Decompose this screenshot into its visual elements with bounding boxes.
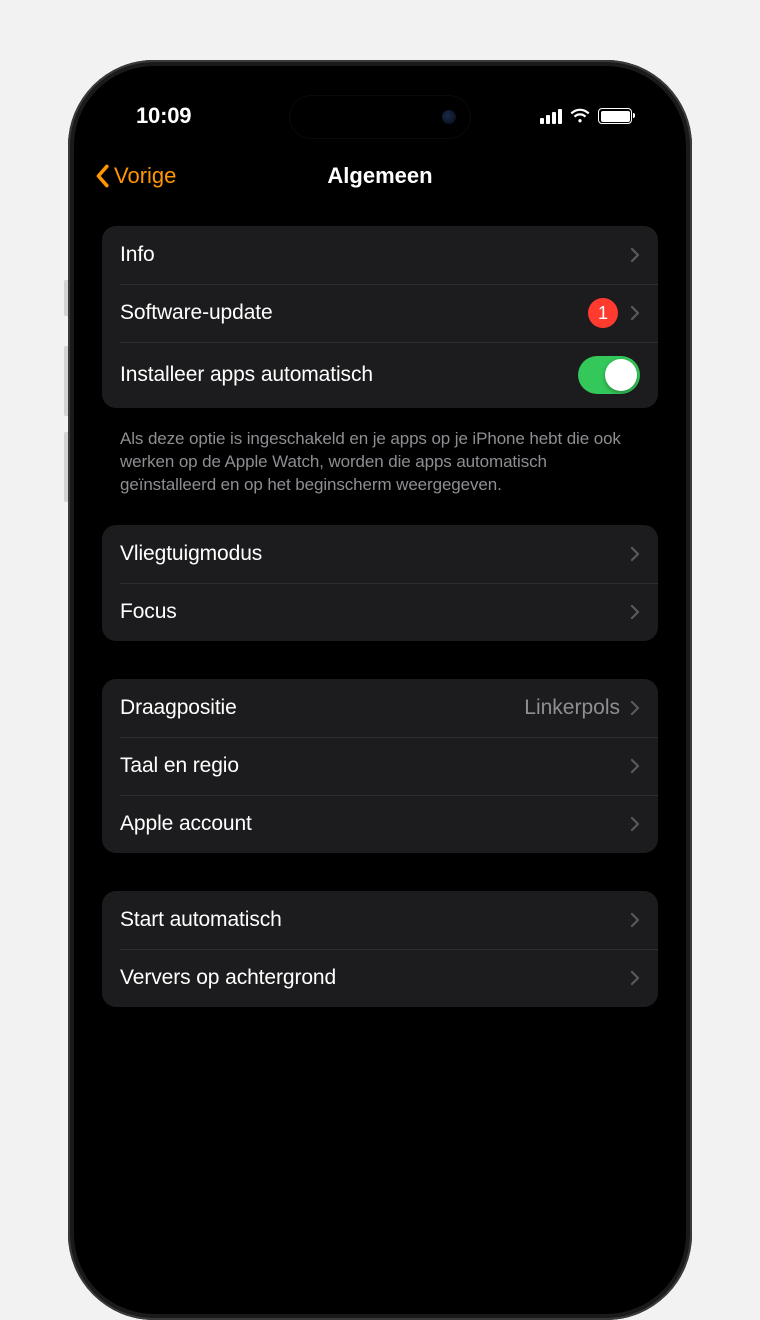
row-focus[interactable]: Focus (102, 583, 658, 641)
toggle-knob (605, 359, 637, 391)
back-button[interactable]: Vorige (94, 163, 176, 189)
row-label: Taal en regio (120, 754, 630, 778)
screen: 10:09 Vorige Algemeen Info (84, 76, 676, 1304)
row-airplane-mode[interactable]: Vliegtuigmodus (102, 525, 658, 583)
row-label: Apple account (120, 812, 630, 836)
row-auto-start[interactable]: Start automatisch (102, 891, 658, 949)
chevron-right-icon (630, 604, 640, 620)
settings-content[interactable]: Info Software-update 1 Installeer apps a… (84, 226, 676, 1304)
row-label: Info (120, 243, 630, 267)
row-info[interactable]: Info (102, 226, 658, 284)
row-language-region[interactable]: Taal en regio (102, 737, 658, 795)
chevron-right-icon (630, 546, 640, 562)
cellular-icon (540, 108, 562, 124)
row-wrist-position[interactable]: Draagpositie Linkerpols (102, 679, 658, 737)
row-label: Focus (120, 600, 630, 624)
row-background-refresh[interactable]: Ververs op achtergrond (102, 949, 658, 1007)
row-label: Draagpositie (120, 696, 524, 720)
chevron-right-icon (630, 970, 640, 986)
toggle-install-auto[interactable] (578, 356, 640, 394)
row-label: Installeer apps automatisch (120, 363, 578, 387)
back-label: Vorige (114, 163, 176, 189)
dynamic-island (290, 96, 470, 138)
row-label: Software-update (120, 301, 588, 325)
chevron-left-icon (94, 164, 110, 188)
chevron-right-icon (630, 912, 640, 928)
row-apple-account[interactable]: Apple account (102, 795, 658, 853)
navigation-bar: Vorige Algemeen (84, 154, 676, 198)
status-time: 10:09 (124, 103, 191, 129)
row-install-auto: Installeer apps automatisch (102, 342, 658, 408)
chevron-right-icon (630, 247, 640, 263)
row-software-update[interactable]: Software-update 1 (102, 284, 658, 342)
group-footer: Als deze optie is ingeschakeld en je app… (102, 418, 658, 525)
row-label: Vliegtuigmodus (120, 542, 630, 566)
battery-icon (598, 108, 632, 124)
chevron-right-icon (630, 305, 640, 321)
row-label: Start automatisch (120, 908, 630, 932)
row-value: Linkerpols (524, 696, 620, 720)
row-label: Ververs op achtergrond (120, 966, 630, 990)
phone-frame: 10:09 Vorige Algemeen Info (68, 60, 692, 1320)
settings-group-4: Start automatisch Ververs op achtergrond (102, 891, 658, 1007)
chevron-right-icon (630, 816, 640, 832)
settings-group-3: Draagpositie Linkerpols Taal en regio Ap… (102, 679, 658, 853)
wifi-icon (569, 108, 591, 124)
settings-group-1: Info Software-update 1 Installeer apps a… (102, 226, 658, 408)
camera-icon (442, 110, 456, 124)
settings-group-2: Vliegtuigmodus Focus (102, 525, 658, 641)
chevron-right-icon (630, 700, 640, 716)
chevron-right-icon (630, 758, 640, 774)
notification-badge: 1 (588, 298, 618, 328)
